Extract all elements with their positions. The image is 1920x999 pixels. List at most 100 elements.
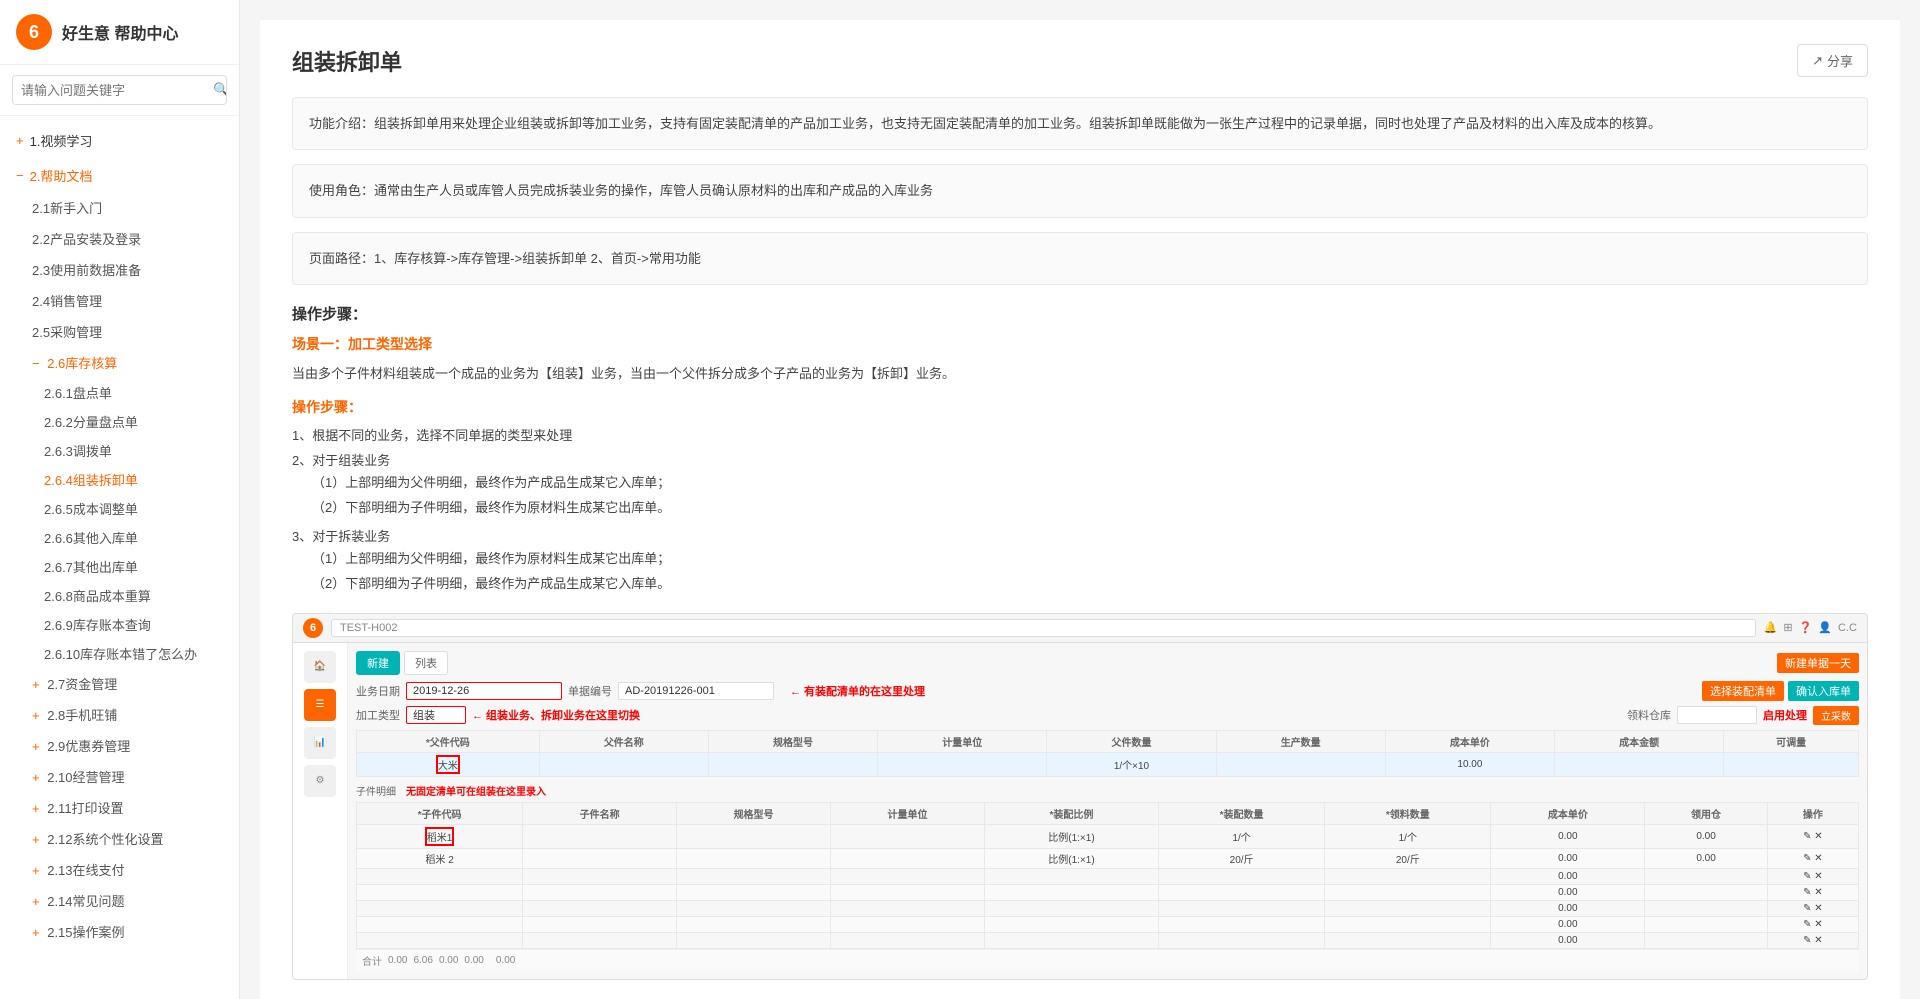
sidebar-item-265[interactable]: 2.6.5成本调整单 <box>0 494 239 523</box>
ss-b2-code: 稻米 2 <box>357 848 523 868</box>
sidebar-item-269[interactable]: 2.6.9库存账本查询 <box>0 610 239 639</box>
sidebar-item-266[interactable]: 2.6.6其他入库单 <box>0 523 239 552</box>
user-role-text: 使用角色：通常由生产人员或库管人员完成拆装业务的操作，库管人员确认原材料的出库和… <box>309 183 933 198</box>
ss-bcol-wh: 领用仓 <box>1645 802 1768 824</box>
ss-process-btn[interactable]: 立采数 <box>1813 706 1859 725</box>
user-role-block: 使用角色：通常由生产人员或库管人员完成拆装业务的操作，库管人员确认原材料的出库和… <box>292 164 1868 217</box>
ss-b1-spec <box>677 824 831 848</box>
bottom-table-header-row: 子件明细 无固定清单可在组装在这里录入 <box>356 783 1859 798</box>
page-path-text: 页面路径：1、库存核算->库存管理->组装拆卸单 2、首页->常用功能 <box>309 251 701 266</box>
ss-b2-assqty: 20/斤 <box>1159 848 1325 868</box>
ss-col-prod-qty: 生产数量 <box>1216 730 1385 752</box>
sidebar-item-data[interactable]: 2.3使用前数据准备 <box>0 254 239 285</box>
ss-b2-name <box>523 848 677 868</box>
sidebar-item-video[interactable]: + 1.视频学习 <box>0 124 239 157</box>
ss-footer-v3: 0.00 <box>439 955 458 966</box>
ss-warehouse-label: 领料仓库 <box>1627 707 1671 723</box>
ss-form-row1: 业务日期 单据编号 ← 有装配清单的在这里处理 选择装配清单 确认入库单 <box>356 681 1859 701</box>
sidebar-item-new[interactable]: 2.1新手入门 <box>0 192 239 223</box>
ss-footer-v2: 6.06 <box>413 955 432 966</box>
app-brand: 好生意 帮助中心 <box>62 20 178 44</box>
ss-bcol-code: *子件代码 <box>357 802 523 824</box>
ss-col-parent-qty: 父件数量 <box>1047 730 1216 752</box>
nav-section-docs: − 2.帮助文档 2.1新手入门 2.2产品安装及登录 2.3使用前数据准备 2… <box>0 159 239 947</box>
ss-bottom-table: *子件代码 子件名称 规格型号 计量单位 *装配比例 *装配数量 *领料数量 成… <box>356 802 1859 949</box>
ss-bcol-cprice: 成本单价 <box>1491 802 1645 824</box>
sidebar-item-268[interactable]: 2.6.8商品成本重算 <box>0 581 239 610</box>
ss-date-input[interactable] <box>406 682 562 700</box>
step2: 2、对于组装业务 <box>292 450 1868 469</box>
ss-icon-more: C.C <box>1838 622 1857 634</box>
ss-b2-cprice: 0.00 <box>1491 848 1645 868</box>
sidebar-item-sales[interactable]: 2.4销售管理 <box>0 285 239 316</box>
sidebar-item-2610[interactable]: 2.6.10库存账本错了怎么办 <box>0 639 239 668</box>
sidebar-item-261[interactable]: 2.6.1盘点单 <box>0 378 239 407</box>
ss-date-label: 业务日期 <box>356 683 400 699</box>
ss-col-spec: 规格型号 <box>708 730 877 752</box>
sidebar-item-faq[interactable]: + 2.14常见问题 <box>0 885 239 916</box>
ss-bcol-assqty: *装配数量 <box>1159 802 1325 824</box>
sidebar-item-inventory[interactable]: − 2.6库存核算 <box>0 347 239 378</box>
sidebar-item-customize[interactable]: + 2.12系统个性化设置 <box>0 823 239 854</box>
ss-no-input[interactable] <box>618 682 774 700</box>
ss-bcol-unit: 计量单位 <box>831 802 985 824</box>
ss-cell-prodqty <box>1216 752 1385 776</box>
ss-b2-unit <box>831 848 985 868</box>
ss-col-unit: 计量单位 <box>878 730 1047 752</box>
ss-type-input[interactable] <box>406 706 466 724</box>
ss-bottom-row-6: 0.00✎ ✕ <box>357 916 1859 932</box>
scene1-title: 场景一：加工类型选择 <box>292 334 1868 354</box>
ss-b2-wh: 0.00 <box>1645 848 1768 868</box>
sidebar-item-docs[interactable]: − 2.帮助文档 <box>0 159 239 192</box>
step1: 1、根据不同的业务，选择不同单据的类型来处理 <box>292 425 1868 444</box>
sidebar-item-mobile[interactable]: + 2.8手机旺铺 <box>0 699 239 730</box>
ss-top-table-section: *父件代码 父件名称 规格型号 计量单位 父件数量 生产数量 成本单价 成本金额… <box>356 730 1859 777</box>
ss-b1-unit <box>831 824 985 848</box>
sidebar-item-coupon[interactable]: + 2.9优惠券管理 <box>0 730 239 761</box>
ss-bottom-row-2: 稻米 2 比例(1:×1) 20/斤 20/斤 0.00 0.00 ✎ ✕ <box>357 848 1859 868</box>
ss-col-cost-amt: 成本金额 <box>1555 730 1724 752</box>
ss-new-btn-wrap: 新建单据一天 <box>1777 653 1859 673</box>
share-button[interactable]: ↗ 分享 <box>1797 44 1868 77</box>
sidebar-item-payment[interactable]: + 2.13在线支付 <box>0 854 239 885</box>
search-wrap: 🔍 <box>12 75 227 105</box>
feature-intro-text: 功能介绍：组装拆卸单用来处理企业组装或拆卸等加工业务，支持有固定装配清单的产品加… <box>309 116 1661 131</box>
ss-confirm-btn[interactable]: 确认入库单 <box>1788 681 1859 701</box>
step3: 3、对于拆装业务 <box>292 526 1868 545</box>
sidebar-item-purchase[interactable]: 2.5采购管理 <box>0 316 239 347</box>
ss-type-label: 加工类型 <box>356 707 400 723</box>
sidebar-item-ops[interactable]: + 2.10经营管理 <box>0 761 239 792</box>
ss-top-table-row: 大米 1/个×10 10.00 <box>357 752 1859 776</box>
ss-b1-cprice: 0.00 <box>1491 824 1645 848</box>
sidebar-item-print[interactable]: + 2.11打印设置 <box>0 792 239 823</box>
sidebar-item-267[interactable]: 2.6.7其他出库单 <box>0 552 239 581</box>
page-title: 组装拆卸单 <box>292 45 402 77</box>
ss-footer-v6: 0.00 <box>496 955 515 966</box>
sidebar-item-262[interactable]: 2.6.2分量盘点单 <box>0 407 239 436</box>
ss-left-nav: 🏠 ☰ 📊 ⚙ <box>293 643 348 979</box>
ss-select-bom-btn[interactable]: 选择装配清单 <box>1702 681 1784 701</box>
scene1-steps-sub-title: 操作步骤： <box>292 397 1868 417</box>
sidebar-item-263[interactable]: 2.6.3调拨单 <box>0 436 239 465</box>
sidebar-item-install[interactable]: 2.2产品安装及登录 <box>0 223 239 254</box>
sidebar-item-finance[interactable]: + 2.7资金管理 <box>0 668 239 699</box>
ss-new-order-btn[interactable]: 新建单据一天 <box>1777 653 1859 673</box>
sidebar: 6 好生意 帮助中心 🔍 + 1.视频学习 − 2.帮助文档 2.1新手入门 2… <box>0 0 240 999</box>
ss-tab-list[interactable]: 列表 <box>404 651 448 675</box>
page-header: 组装拆卸单 ↗ 分享 <box>292 44 1868 77</box>
sidebar-item-264[interactable]: 2.6.4组装拆卸单 <box>0 465 239 494</box>
ss-b1-wh: 0.00 <box>1645 824 1768 848</box>
ss-icon-user: 👤 <box>1818 621 1832 634</box>
ss-bcol-op: 操作 <box>1767 802 1858 824</box>
ss-warehouse-input[interactable] <box>1677 706 1757 724</box>
ss-nav-home: 🏠 <box>304 651 336 683</box>
search-input[interactable] <box>13 77 205 104</box>
ss-b1-assqty: 1/个 <box>1159 824 1325 848</box>
search-button[interactable]: 🔍 <box>205 76 227 104</box>
sidebar-item-cases[interactable]: + 2.15操作案例 <box>0 916 239 947</box>
ss-cell-parent-code-box: 大米 <box>436 755 460 774</box>
ss-tab-new[interactable]: 新建 <box>356 651 400 675</box>
ss-b1-pickqty: 1/个 <box>1325 824 1491 848</box>
expand-icon-video: + <box>16 133 24 148</box>
ss-bottom-row-5: 0.00✎ ✕ <box>357 900 1859 916</box>
